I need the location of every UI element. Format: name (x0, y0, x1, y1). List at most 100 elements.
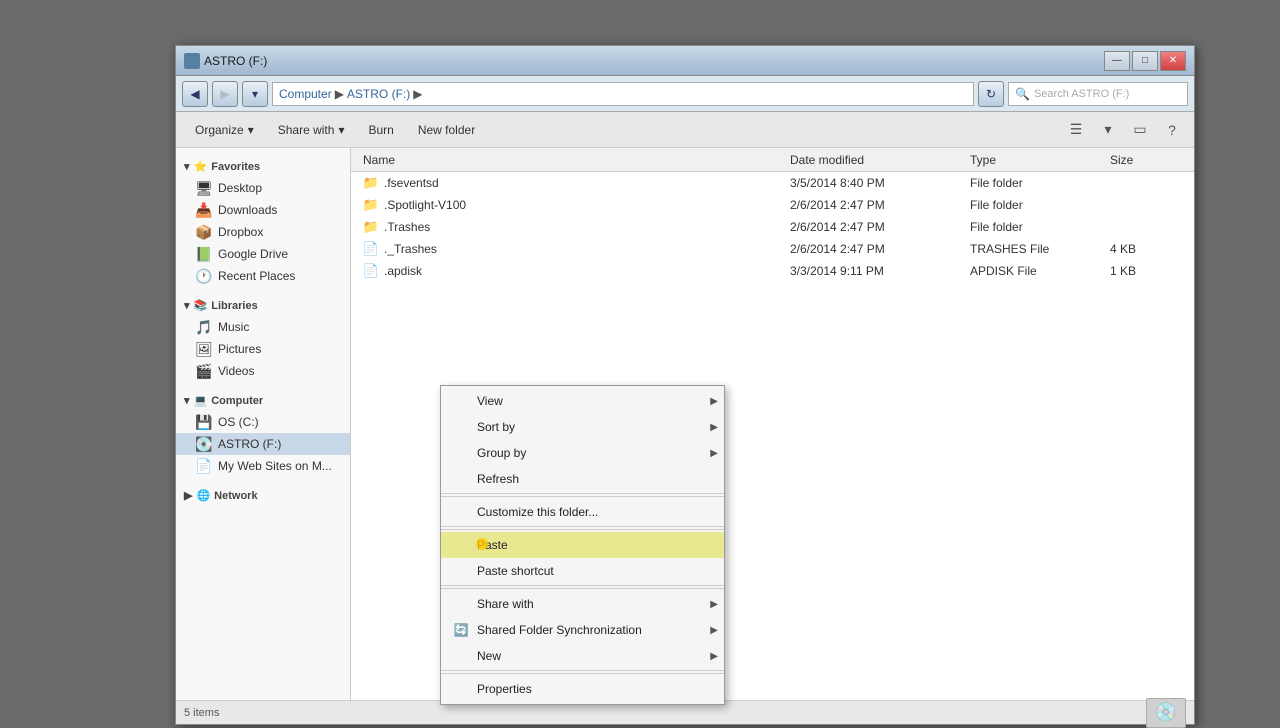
menu-item-paste[interactable]: Paste (441, 532, 724, 558)
file-icon: 📄 (363, 263, 379, 279)
sidebar-item-websites[interactable]: 📄 My Web Sites on M... (176, 455, 350, 477)
menu-item-icon-shared_folder_sync: 🔄 (453, 622, 469, 638)
sidebar-item-desktop[interactable]: 🖥 Desktop (176, 177, 350, 199)
sidebar-item-downloads[interactable]: 📥 Downloads (176, 199, 350, 221)
dropdown-button[interactable]: ▾ (242, 81, 268, 107)
menu-item-label-shared_folder_sync: Shared Folder Synchronization (477, 623, 704, 637)
sidebar-item-google-drive[interactable]: 📗 Google Drive (176, 243, 350, 265)
address-path[interactable]: Computer ▶ ASTRO (F:) ▶ (272, 82, 974, 106)
file-date-cell: 2/6/2014 2:47 PM (786, 198, 966, 212)
drive-icon: 💿 (1146, 698, 1186, 728)
libraries-collapse-icon: ▾ (184, 299, 190, 312)
sidebar-item-label: ASTRO (F:) (218, 437, 281, 451)
menu-item-label-properties: Properties (477, 682, 704, 696)
osc-icon: 💾 (196, 414, 212, 430)
organize-button[interactable]: Organize ▾ (184, 116, 265, 144)
new-folder-button[interactable]: New folder (407, 116, 486, 144)
menu-item-icon-placeholder (453, 504, 469, 520)
menu-item-label-refresh: Refresh (477, 472, 704, 486)
minimize-button[interactable]: — (1104, 51, 1130, 71)
menu-item-share_with[interactable]: Share with ▶ (441, 591, 724, 617)
menu-item-label-share_with: Share with (477, 597, 704, 611)
table-row[interactable]: 📁 .Spotlight-V100 2/6/2014 2:47 PM File … (351, 194, 1194, 216)
menu-item-sort_by[interactable]: Sort by ▶ (441, 414, 724, 440)
sidebar-item-osc[interactable]: 💾 OS (C:) (176, 411, 350, 433)
network-section: ▶ 🌐 Network (176, 485, 350, 506)
file-size-cell: 4 KB (1106, 242, 1186, 256)
view-options-button[interactable]: ▾ (1094, 116, 1122, 144)
favorites-icon: ⭐ (194, 160, 208, 173)
file-name-cell: 📄 ._Trashes (359, 241, 786, 257)
submenu-arrow-group_by: ▶ (710, 448, 718, 459)
menu-item-new[interactable]: New ▶ (441, 643, 724, 671)
libraries-header[interactable]: ▾ 📚 Libraries (176, 295, 350, 316)
col-date[interactable]: Date modified (786, 153, 966, 167)
table-row[interactable]: 📄 .apdisk 3/3/2014 9:11 PM APDISK File 1… (351, 260, 1194, 282)
items-count: 5 items (184, 707, 219, 719)
file-name-cell: 📄 .apdisk (359, 263, 786, 279)
col-type[interactable]: Type (966, 153, 1106, 167)
menu-item-customize[interactable]: Customize this folder... (441, 499, 724, 527)
sidebar-item-dropbox[interactable]: 📦 Dropbox (176, 221, 350, 243)
pictures-icon: 🖼 (196, 341, 212, 357)
file-name: .Trashes (384, 220, 430, 234)
menu-item-group_by[interactable]: Group by ▶ (441, 440, 724, 466)
menu-item-icon-placeholder (453, 471, 469, 487)
col-name[interactable]: Name (359, 153, 786, 167)
sidebar-item-music[interactable]: 🎵 Music (176, 316, 350, 338)
table-row[interactable]: 📄 ._Trashes 2/6/2014 2:47 PM TRASHES Fil… (351, 238, 1194, 260)
submenu-arrow-shared_folder_sync: ▶ (710, 625, 718, 636)
sidebar-item-label: Google Drive (218, 247, 288, 261)
sidebar-item-label: Dropbox (218, 225, 263, 239)
table-row[interactable]: 📁 .fseventsd 3/5/2014 8:40 PM File folde… (351, 172, 1194, 194)
details-view-button[interactable]: ☰ (1062, 116, 1090, 144)
sidebar-item-videos[interactable]: 🎬 Videos (176, 360, 350, 382)
col-size[interactable]: Size (1106, 153, 1186, 167)
menu-item-label-group_by: Group by (477, 446, 704, 460)
menu-item-shared_folder_sync[interactable]: 🔄 Shared Folder Synchronization ▶ (441, 617, 724, 643)
path-separator-2: ▶ (413, 87, 422, 101)
menu-item-label-view: View (477, 394, 704, 408)
file-date-cell: 3/5/2014 8:40 PM (786, 176, 966, 190)
file-type-cell: TRASHES File (966, 242, 1106, 256)
table-row[interactable]: 📁 .Trashes 2/6/2014 2:47 PM File folder (351, 216, 1194, 238)
menu-item-paste_shortcut[interactable]: Paste shortcut (441, 558, 724, 586)
downloads-icon: 📥 (196, 202, 212, 218)
menu-item-label-customize: Customize this folder... (477, 505, 704, 519)
column-headers: Name Date modified Type Size (351, 148, 1194, 172)
sidebar-item-pictures[interactable]: 🖼 Pictures (176, 338, 350, 360)
favorites-collapse-icon: ▾ (184, 160, 190, 173)
menu-item-properties[interactable]: Properties (441, 676, 724, 702)
computer-header[interactable]: ▾ 💻 Computer (176, 390, 350, 411)
burn-button[interactable]: Burn (357, 116, 404, 144)
forward-button[interactable]: ▶ (212, 81, 238, 107)
file-name-cell: 📁 .fseventsd (359, 175, 786, 191)
refresh-button[interactable]: ↻ (978, 81, 1004, 107)
sidebar-item-label: Music (218, 320, 249, 334)
network-header[interactable]: ▶ 🌐 Network (176, 485, 350, 506)
search-placeholder: Search ASTRO (F:) (1034, 88, 1129, 100)
close-button[interactable]: ✕ (1160, 51, 1186, 71)
folder-icon: 📁 (363, 219, 379, 235)
websites-icon: 📄 (196, 458, 212, 474)
libraries-section: ▾ 📚 Libraries 🎵 Music 🖼 Pictures 🎬 Video… (176, 295, 350, 382)
window-title: ASTRO (F:) (204, 54, 267, 68)
menu-item-icon-placeholder (453, 681, 469, 697)
file-size-cell: 1 KB (1106, 264, 1186, 278)
sidebar-item-recent-places[interactable]: 🕐 Recent Places (176, 265, 350, 287)
preview-pane-button[interactable]: ▭ (1126, 116, 1154, 144)
menu-item-icon-placeholder (453, 648, 469, 664)
help-button[interactable]: ? (1158, 116, 1186, 144)
menu-item-refresh[interactable]: Refresh (441, 466, 724, 494)
share-with-button[interactable]: Share with ▾ (267, 116, 356, 144)
search-box[interactable]: 🔍 Search ASTRO (F:) (1008, 82, 1188, 106)
sidebar-item-label: My Web Sites on M... (218, 459, 332, 473)
menu-item-view[interactable]: View ▶ (441, 388, 724, 414)
folder-icon: 📁 (363, 197, 379, 213)
address-bar: ◀ ▶ ▾ Computer ▶ ASTRO (F:) ▶ ↻ 🔍 Search… (176, 76, 1194, 112)
sidebar-item-astro[interactable]: 💽 ASTRO (F:) (176, 433, 350, 455)
favorites-header[interactable]: ▾ ⭐ Favorites (176, 156, 350, 177)
maximize-button[interactable]: □ (1132, 51, 1158, 71)
back-button[interactable]: ◀ (182, 81, 208, 107)
file-date-cell: 2/6/2014 2:47 PM (786, 242, 966, 256)
